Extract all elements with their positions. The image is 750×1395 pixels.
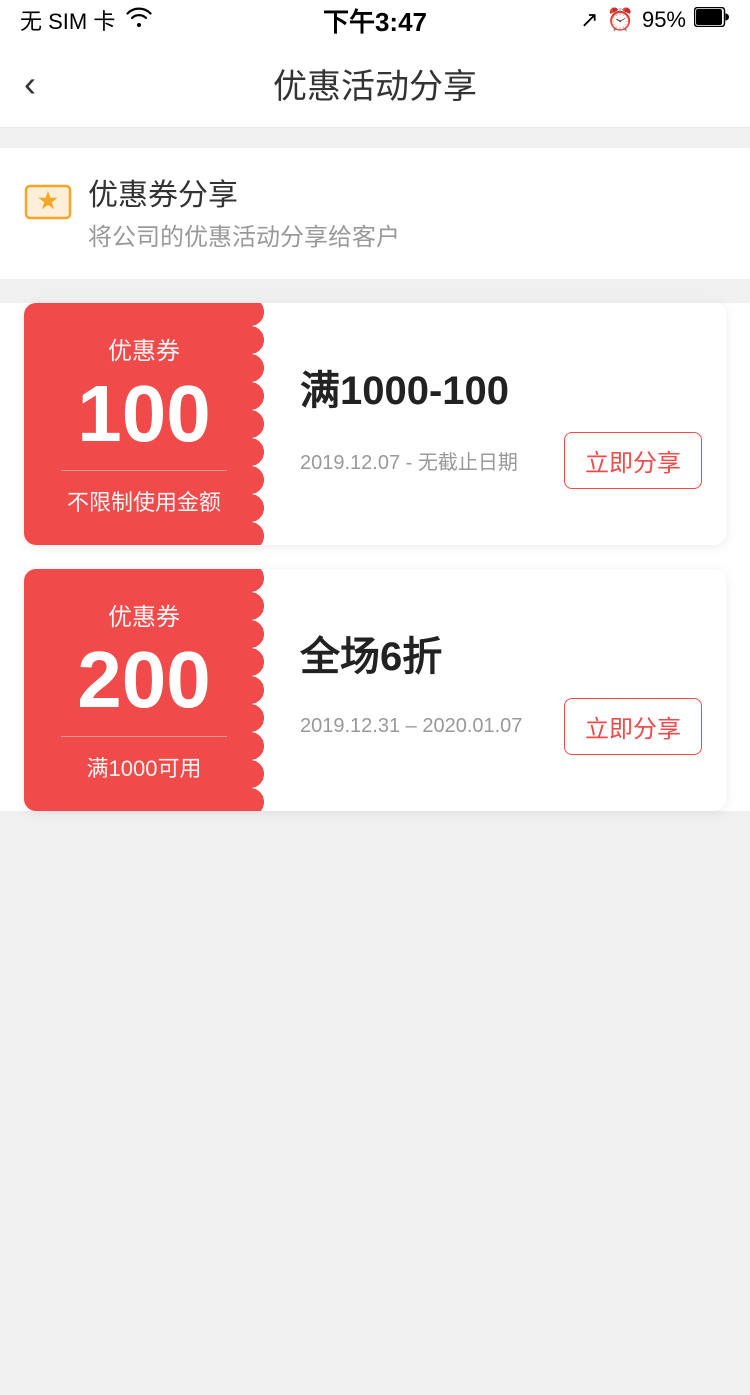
coupon-type-1: 优惠券 <box>40 331 248 366</box>
wifi-icon <box>125 6 153 34</box>
coupon-value-1: 100 <box>40 374 248 454</box>
status-left: 无 SIM 卡 <box>20 4 153 36</box>
status-time: 下午3:47 <box>323 2 427 39</box>
top-divider <box>0 128 750 148</box>
nav-bar: ‹ 优惠活动分享 <box>0 40 750 128</box>
coupon-date-2: 2019.12.31 – 2020.01.07 <box>300 715 552 738</box>
battery-icon <box>694 7 730 33</box>
section-title: 优惠券分享 <box>88 176 400 215</box>
coupon-condition-2: 满1000可用 <box>40 751 248 783</box>
section-subtitle: 将公司的优惠活动分享给客户 <box>88 221 400 255</box>
coupon-left-1: 优惠券 100 不限制使用金额 <box>24 303 264 545</box>
coupon-condition-1: 不限制使用金额 <box>40 485 248 517</box>
no-sim-text: 无 SIM 卡 <box>20 4 115 36</box>
coupon-date-1: 2019.12.07 - 无截止日期 <box>300 446 552 475</box>
coupon-bottom-row-2: 2019.12.31 – 2020.01.07 立即分享 <box>300 698 702 755</box>
coupon-right-1: 满1000-100 2019.12.07 - 无截止日期 立即分享 <box>264 303 726 545</box>
status-bar: 无 SIM 卡 下午3:47 ↗ ⏰ 95% <box>0 0 750 40</box>
coupon-divider-1 <box>61 470 227 471</box>
bottom-space <box>0 835 750 1395</box>
coupon-name-1: 满1000-100 <box>300 358 702 416</box>
section-header: ★ 优惠券分享 将公司的优惠活动分享给客户 <box>0 148 750 279</box>
coupon-left-2: 优惠券 200 满1000可用 <box>24 569 264 811</box>
coupon-card-2: 优惠券 200 满1000可用 全场6折 2019.12.31 – 2020.0… <box>24 569 726 811</box>
coupon-right-2: 全场6折 2019.12.31 – 2020.01.07 立即分享 <box>264 569 726 811</box>
section-text: 优惠券分享 将公司的优惠活动分享给客户 <box>88 176 400 255</box>
coupon-type-2: 优惠券 <box>40 597 248 632</box>
coupon-name-2: 全场6折 <box>300 624 702 682</box>
battery-percent: 95% <box>642 7 686 33</box>
coupon-icon: ★ <box>24 178 72 226</box>
coupon-bottom-row-1: 2019.12.07 - 无截止日期 立即分享 <box>300 432 702 489</box>
coupon-divider-2 <box>61 736 227 737</box>
status-right: ↗ ⏰ 95% <box>580 7 730 33</box>
coupon-card-1: 优惠券 100 不限制使用金额 满1000-100 2019.12.07 - 无… <box>24 303 726 545</box>
back-button[interactable]: ‹ <box>24 66 36 102</box>
share-button-2[interactable]: 立即分享 <box>564 698 702 755</box>
coupon-value-2: 200 <box>40 640 248 720</box>
page-title: 优惠活动分享 <box>273 59 477 108</box>
svg-text:★: ★ <box>38 188 58 213</box>
location-icon: ↗ <box>580 7 598 33</box>
share-button-1[interactable]: 立即分享 <box>564 432 702 489</box>
alarm-icon: ⏰ <box>607 7 634 33</box>
coupon-list: 优惠券 100 不限制使用金额 满1000-100 2019.12.07 - 无… <box>0 303 750 811</box>
